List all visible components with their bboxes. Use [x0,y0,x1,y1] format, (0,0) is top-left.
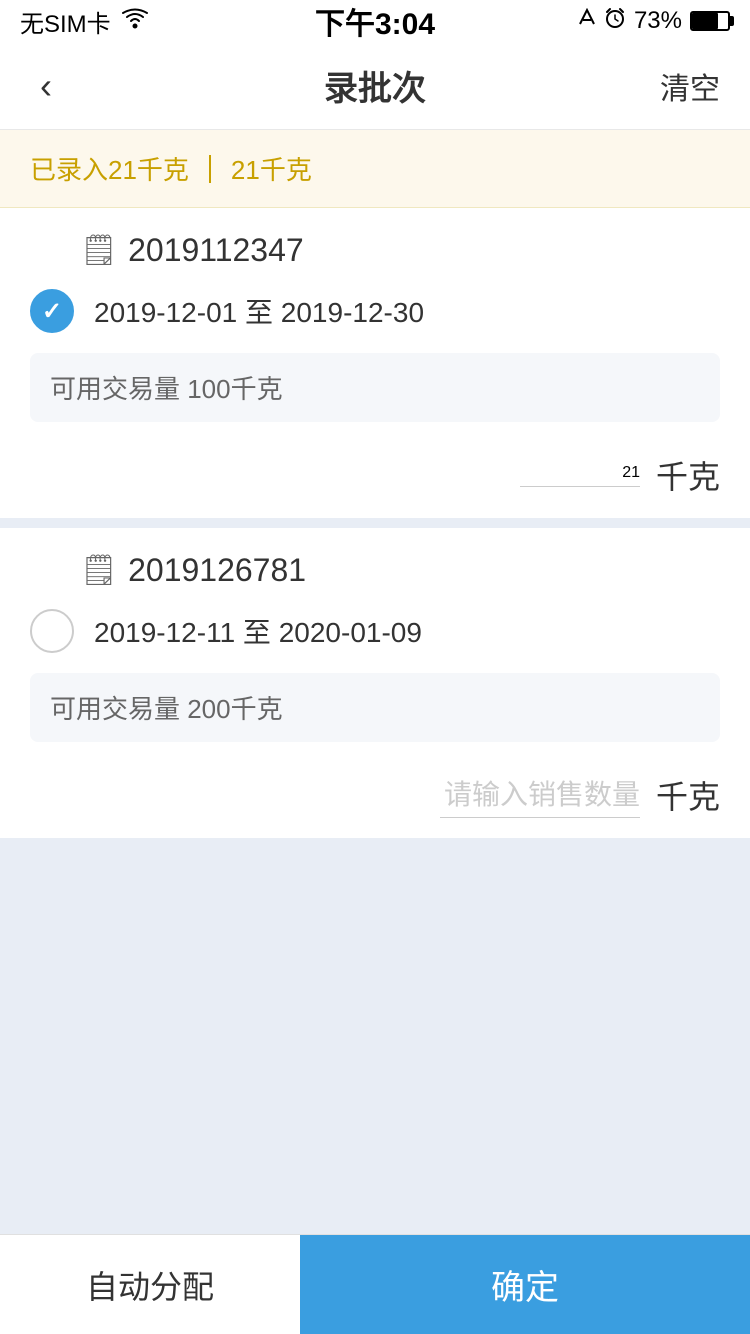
batch1-quantity-row: 21 千克 [0,442,750,518]
batch1-available: 可用交易量 100千克 [30,353,720,422]
info-banner: 已录入21千克 21千克 [0,130,750,208]
status-right: 73% [578,7,730,36]
batch1-card: 🗒 2019112347 2019-12-01 至 2019-12-30 可用交… [0,208,750,518]
nav-bar: ‹ 录批次 清空 [0,42,750,130]
status-time: 下午3:04 [315,0,435,43]
status-left: 无SIM卡 [20,4,149,39]
sim-label: 无SIM卡 [20,4,111,39]
batch1-unit: 千克 [656,452,720,498]
batch1-date: 2019-12-01 至 2019-12-30 [94,291,424,331]
auto-distribute-button[interactable]: 自动分配 [0,1235,300,1334]
batch2-quantity-input[interactable]: 请输入销售数量 [440,773,640,818]
batch2-input-row: 请输入销售数量 千克 [0,762,750,838]
batch2-card: 🗒 2019126781 2019-12-11 至 2020-01-09 可用交… [0,528,750,838]
batch1-quantity-value[interactable]: 21 [520,464,640,487]
info-recorded-label: 已录入21千克 [30,150,189,187]
info-divider [209,155,211,183]
card-divider [0,518,750,528]
batch1-icon: 🗒 [80,233,118,268]
batch2-radio[interactable] [30,609,74,653]
batch1-date-row[interactable]: 2019-12-01 至 2019-12-30 [0,279,750,343]
location-icon [578,7,596,35]
batch1-radio[interactable] [30,289,74,333]
batch2-header: 🗒 2019126781 [0,528,750,599]
clear-button[interactable]: 清空 [660,64,720,108]
batch2-icon: 🗒 [80,553,118,588]
gray-area [0,838,750,1238]
wifi-icon [121,7,149,36]
batch2-date: 2019-12-11 至 2020-01-09 [94,611,422,651]
batch2-date-row[interactable]: 2019-12-11 至 2020-01-09 [0,599,750,663]
batch1-id: 2019112347 [128,232,304,269]
battery-label: 73% [634,7,682,35]
status-bar: 无SIM卡 下午3:04 73% [0,0,750,42]
alarm-icon [604,7,626,36]
battery-icon [690,11,730,31]
batch1-header: 🗒 2019112347 [0,208,750,279]
batch2-unit: 千克 [656,772,720,818]
batch2-available: 可用交易量 200千克 [30,673,720,742]
info-value: 21千克 [231,150,312,187]
page-title: 录批次 [324,61,426,110]
batch2-id: 2019126781 [128,552,306,589]
bottom-bar: 自动分配 确定 [0,1234,750,1334]
batch2-placeholder: 请输入销售数量 [444,779,640,810]
back-button[interactable]: ‹ [30,55,62,117]
confirm-button[interactable]: 确定 [300,1235,750,1334]
